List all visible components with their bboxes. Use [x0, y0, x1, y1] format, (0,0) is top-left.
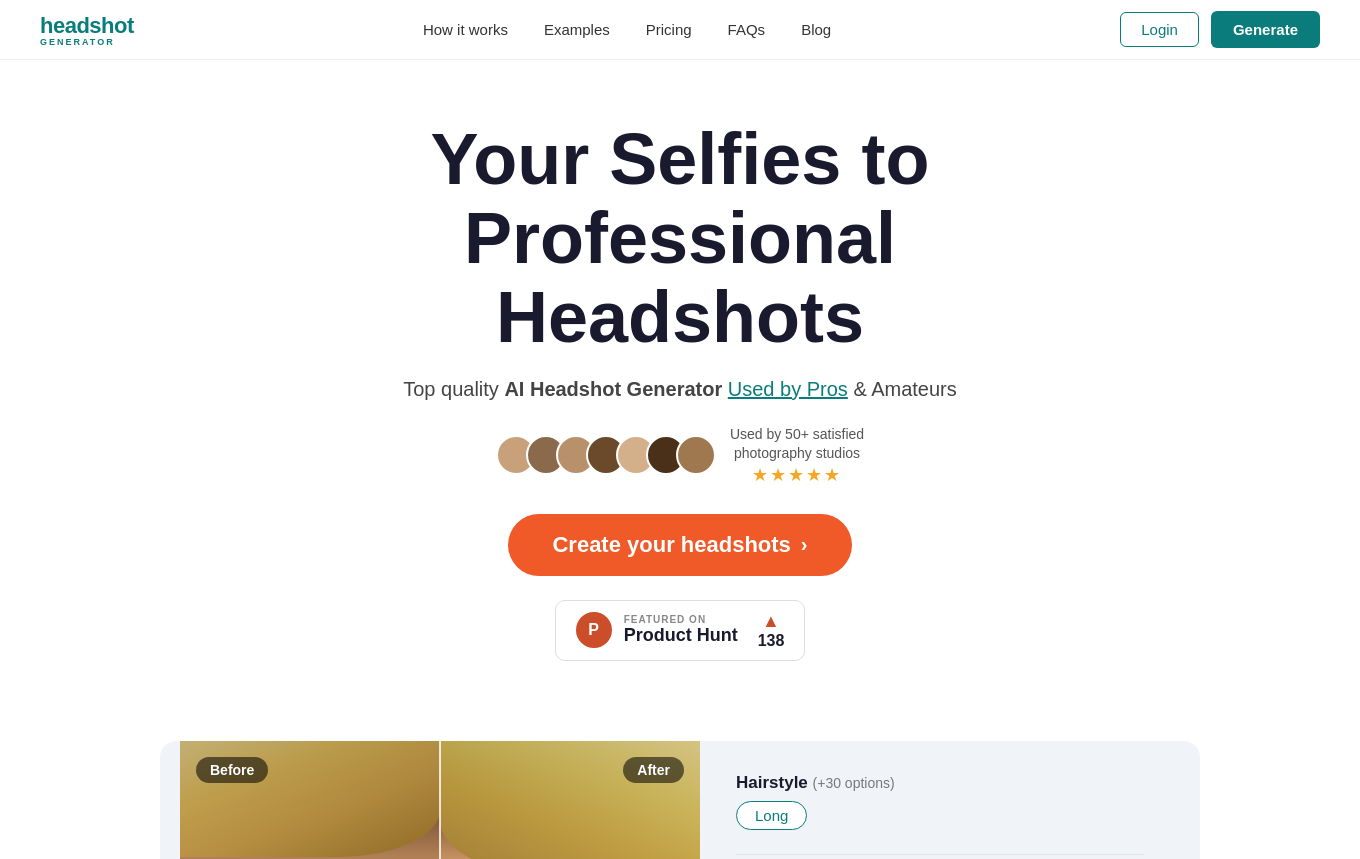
hairstyle-selected[interactable]: Long	[736, 801, 807, 830]
label-before: Before	[196, 757, 268, 783]
demo-section: Before After ‹ › Hairstyle (+30 options)…	[160, 741, 1200, 859]
hairstyle-count: (+30 options)	[813, 775, 895, 791]
avatar-6	[676, 435, 716, 475]
demo-options: Hairstyle (+30 options) Long Hair color …	[700, 741, 1180, 859]
divider-1	[736, 854, 1144, 855]
nav-pricing[interactable]: Pricing	[646, 21, 692, 38]
cta-arrow: ›	[801, 533, 808, 556]
product-hunt-badge[interactable]: P FEATURED ON Product Hunt ▲ 138	[555, 600, 806, 661]
product-hunt-name: Product Hunt	[624, 625, 738, 646]
demo-image: Before After ‹ ›	[180, 741, 700, 859]
product-hunt-text: FEATURED ON Product Hunt	[624, 614, 738, 646]
proof-text: Used by 50+ satisfied photography studio…	[730, 425, 864, 486]
social-proof: Used by 50+ satisfied photography studio…	[20, 425, 1340, 486]
hero-headline: Your Selfies to Professional Headshots	[230, 120, 1130, 358]
hairstyle-option: Hairstyle (+30 options) Long	[736, 773, 1144, 830]
logo-main: headshot	[40, 13, 134, 39]
generate-button[interactable]: Generate	[1211, 11, 1320, 48]
navbar: headshot generator How it works Examples…	[0, 0, 1360, 60]
nav-examples[interactable]: Examples	[544, 21, 610, 38]
login-button[interactable]: Login	[1120, 12, 1199, 47]
nav-how-it-works[interactable]: How it works	[423, 21, 508, 38]
nav-links: How it works Examples Pricing FAQs Blog	[423, 21, 831, 38]
vote-arrow: ▲	[762, 611, 780, 632]
avatar-group	[496, 435, 716, 475]
nav-blog[interactable]: Blog	[801, 21, 831, 38]
nav-actions: Login Generate	[1120, 11, 1320, 48]
vote-count: 138	[758, 632, 785, 650]
used-by-pros-link[interactable]: Used by Pros	[728, 378, 848, 400]
hero-section: Your Selfies to Professional Headshots T…	[0, 60, 1360, 741]
product-hunt-featured: FEATURED ON	[624, 614, 738, 625]
hairstyle-title: Hairstyle (+30 options)	[736, 773, 1144, 793]
logo-sub: generator	[40, 37, 134, 47]
product-hunt-votes: ▲ 138	[758, 611, 785, 650]
divider-line	[439, 741, 441, 859]
hero-subtext: Top quality AI Headshot Generator Used b…	[20, 378, 1340, 401]
label-after: After	[623, 757, 684, 783]
product-hunt-logo: P	[576, 612, 612, 648]
star-rating: ★★★★★	[730, 464, 864, 486]
logo[interactable]: headshot generator	[40, 13, 134, 47]
cta-label: Create your headshots	[552, 532, 790, 558]
cta-button[interactable]: Create your headshots ›	[508, 514, 851, 576]
nav-faqs[interactable]: FAQs	[728, 21, 766, 38]
